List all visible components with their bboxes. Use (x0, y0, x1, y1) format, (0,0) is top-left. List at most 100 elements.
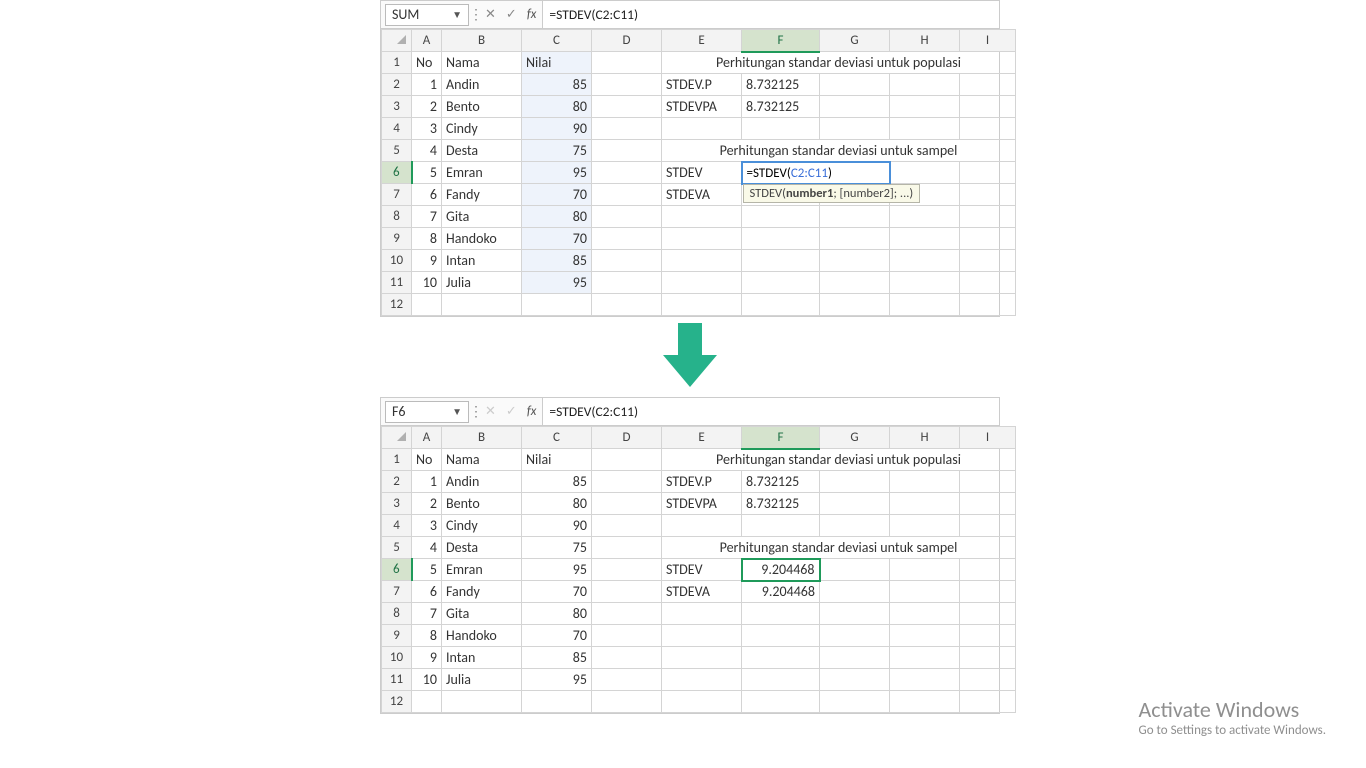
cell-I6-b[interactable] (960, 559, 1016, 581)
cell-B10[interactable]: Intan (442, 250, 522, 272)
cell-I7[interactable] (960, 184, 1016, 206)
cell-H10[interactable] (890, 250, 960, 272)
cell-C5[interactable]: 75 (522, 140, 592, 162)
select-all-corner[interactable] (382, 30, 412, 52)
row-header-10[interactable]: 10 (382, 250, 412, 272)
cell-H10-b[interactable] (890, 647, 960, 669)
row-header-1-b[interactable]: 1 (382, 449, 412, 471)
cell-D1-b[interactable] (592, 449, 662, 471)
cell-C11-b[interactable]: 95 (522, 669, 592, 691)
cell-I10-b[interactable] (960, 647, 1016, 669)
row-header-3-b[interactable]: 3 (382, 493, 412, 515)
cell-A10-b[interactable]: 9 (412, 647, 442, 669)
cell-B4[interactable]: Cindy (442, 118, 522, 140)
row-header-8[interactable]: 8 (382, 206, 412, 228)
cell-H11-b[interactable] (890, 669, 960, 691)
cell-A1-b[interactable]: No (412, 449, 442, 471)
cell-I4[interactable] (960, 118, 1016, 140)
cell-E4[interactable] (662, 118, 742, 140)
cell-G11[interactable] (820, 272, 890, 294)
cell-H3-b[interactable] (890, 493, 960, 515)
cell-B8[interactable]: Gita (442, 206, 522, 228)
col-header-G-b[interactable]: G (820, 427, 890, 449)
cell-E2[interactable]: STDEV.P (662, 74, 742, 96)
cell-B4-b[interactable]: Cindy (442, 515, 522, 537)
cell-A12[interactable] (412, 294, 442, 316)
cell-F10-b[interactable] (742, 647, 820, 669)
cell-A9-b[interactable]: 8 (412, 625, 442, 647)
row-header-1[interactable]: 1 (382, 52, 412, 74)
cell-G9[interactable] (820, 228, 890, 250)
cell-H4[interactable] (890, 118, 960, 140)
cell-E11-b[interactable] (662, 669, 742, 691)
row-header-9-b[interactable]: 9 (382, 625, 412, 647)
cell-G11-b[interactable] (820, 669, 890, 691)
cell-E9-b[interactable] (662, 625, 742, 647)
cell-E6-b[interactable]: STDEV (662, 559, 742, 581)
cell-F2[interactable]: 8.732125 (742, 74, 820, 96)
cell-A1[interactable]: No (412, 52, 442, 74)
cell-A10[interactable]: 9 (412, 250, 442, 272)
cell-C12-b[interactable] (522, 691, 592, 713)
cell-D1[interactable] (592, 52, 662, 74)
cell-A2[interactable]: 1 (412, 74, 442, 96)
cell-C6-b[interactable]: 95 (522, 559, 592, 581)
cell-D11-b[interactable] (592, 669, 662, 691)
name-box-dropdown-icon[interactable]: ▼ (452, 8, 462, 21)
cell-I7-b[interactable] (960, 581, 1016, 603)
cell-C2[interactable]: 85 (522, 74, 592, 96)
cell-F6-b[interactable]: 9.204468 (742, 559, 820, 581)
cell-B10-b[interactable]: Intan (442, 647, 522, 669)
cell-F4[interactable] (742, 118, 820, 140)
cell-C1[interactable]: Nilai (522, 52, 592, 74)
cell-C3-b[interactable]: 80 (522, 493, 592, 515)
col-header-A[interactable]: A (412, 30, 442, 52)
row-header-5-b[interactable]: 5 (382, 537, 412, 559)
cell-C4-b[interactable]: 90 (522, 515, 592, 537)
cell-F11-b[interactable] (742, 669, 820, 691)
col-header-G[interactable]: G (820, 30, 890, 52)
cell-I2-b[interactable] (960, 471, 1016, 493)
cell-H3[interactable] (890, 96, 960, 118)
cell-H2[interactable] (890, 74, 960, 96)
cell-E7-b[interactable]: STDEVA (662, 581, 742, 603)
cell-A11[interactable]: 10 (412, 272, 442, 294)
cell-D8[interactable] (592, 206, 662, 228)
cell-D10[interactable] (592, 250, 662, 272)
col-header-B[interactable]: B (442, 30, 522, 52)
cell-I10[interactable] (960, 250, 1016, 272)
cell-E5[interactable]: Perhitungan standar deviasi untuk sampel (662, 140, 1016, 162)
cell-C1-b[interactable]: Nilai (522, 449, 592, 471)
row-header-7-b[interactable]: 7 (382, 581, 412, 603)
cell-D6-b[interactable] (592, 559, 662, 581)
cell-B8-b[interactable]: Gita (442, 603, 522, 625)
cell-F6-editing[interactable]: =STDEV(C2:C11) STDEV(number1; [number2];… (742, 162, 890, 184)
cell-E8-b[interactable] (662, 603, 742, 625)
cell-H8-b[interactable] (890, 603, 960, 625)
cell-C8[interactable]: 80 (522, 206, 592, 228)
enter-icon[interactable]: ✓ (506, 7, 517, 22)
cell-C2-b[interactable]: 85 (522, 471, 592, 493)
cell-C12[interactable] (522, 294, 592, 316)
cell-H8[interactable] (890, 206, 960, 228)
row-header-7[interactable]: 7 (382, 184, 412, 206)
row-header-8-b[interactable]: 8 (382, 603, 412, 625)
cell-B1-b[interactable]: Nama (442, 449, 522, 471)
grid-top[interactable]: A B C D E F G H I 1 No Nama Nilai Perhit… (381, 29, 1016, 316)
cell-G10-b[interactable] (820, 647, 890, 669)
row-header-2-b[interactable]: 2 (382, 471, 412, 493)
cell-E8[interactable] (662, 206, 742, 228)
cell-B5-b[interactable]: Desta (442, 537, 522, 559)
cell-B2[interactable]: Andin (442, 74, 522, 96)
row-header-4-b[interactable]: 4 (382, 515, 412, 537)
cell-C5-b[interactable]: 75 (522, 537, 592, 559)
cell-A5[interactable]: 4 (412, 140, 442, 162)
cell-B12[interactable] (442, 294, 522, 316)
cell-F10[interactable] (742, 250, 820, 272)
cell-D10-b[interactable] (592, 647, 662, 669)
cell-I12[interactable] (960, 294, 1016, 316)
row-header-12[interactable]: 12 (382, 294, 412, 316)
cell-D7-b[interactable] (592, 581, 662, 603)
cell-H9-b[interactable] (890, 625, 960, 647)
cell-E2-b[interactable]: STDEV.P (662, 471, 742, 493)
